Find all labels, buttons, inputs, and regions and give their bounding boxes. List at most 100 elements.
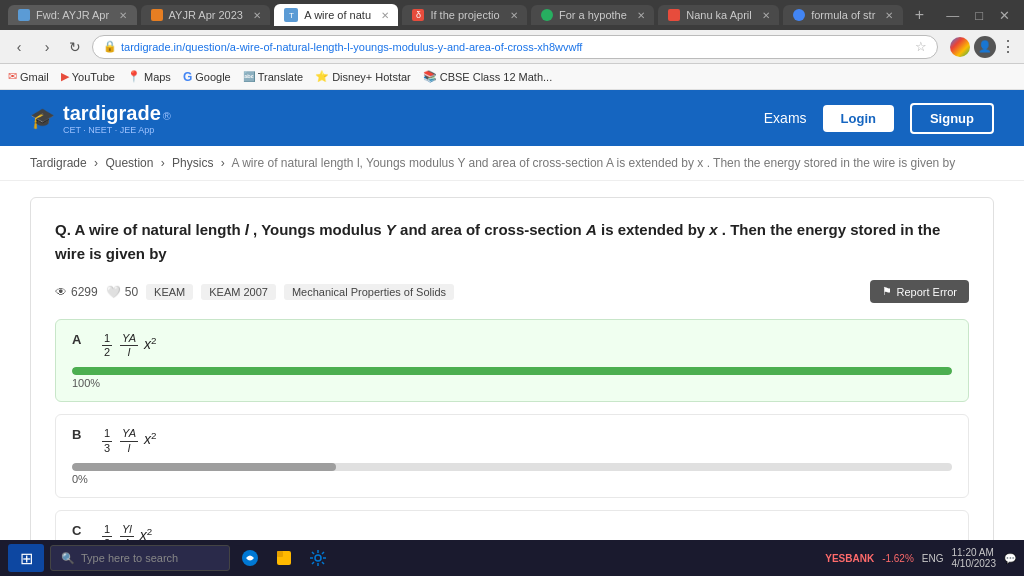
address-bar[interactable]: 🔒 tardigrade.in/question/a-wire-of-natur…: [92, 35, 938, 59]
taskbar-time: 11:20 AM 4/10/2023: [952, 547, 997, 569]
taskbar-right: YESBANK -1.62% ENG 11:20 AM 4/10/2023 💬: [825, 547, 1016, 569]
tab-proj[interactable]: δ If the projectio ✕: [402, 5, 527, 25]
taskbar-search[interactable]: 🔍 Type here to search: [50, 545, 230, 571]
hotstar-icon: ⭐: [315, 70, 329, 83]
option-a[interactable]: A 12 YAl x2 100%: [55, 319, 969, 402]
new-tab-btn[interactable]: +: [907, 6, 932, 24]
maximize-btn[interactable]: □: [969, 4, 989, 27]
menu-icon[interactable]: ⋮: [1000, 37, 1016, 56]
tab-close-icon4[interactable]: ✕: [510, 10, 518, 21]
option-a-progress-label: 100%: [72, 377, 952, 389]
tab-close-icon7[interactable]: ✕: [885, 10, 893, 21]
tab-wire-icon: T: [284, 8, 298, 22]
gmail-icon: ✉: [8, 70, 17, 83]
tab-close-icon3[interactable]: ✕: [381, 10, 389, 21]
breadcrumb-sep1: ›: [94, 156, 98, 170]
profile-icon[interactable]: 👤: [974, 36, 996, 58]
login-button[interactable]: Login: [823, 105, 894, 132]
tab-proj-icon: δ: [412, 9, 424, 21]
tab-wire-label: A wire of natu: [304, 9, 371, 21]
breadcrumb-home[interactable]: Tardigrade: [30, 156, 87, 170]
q-mid1: , Youngs modulus: [253, 221, 386, 238]
tag-mechanical[interactable]: Mechanical Properties of Solids: [284, 284, 454, 300]
bookmark-cbse[interactable]: 📚 CBSE Class 12 Math...: [423, 70, 553, 83]
option-a-label: A: [72, 332, 88, 347]
tab-hypo[interactable]: For a hypothe ✕: [531, 5, 654, 25]
bookmark-google-label: Google: [195, 71, 230, 83]
tab-close-icon2[interactable]: ✕: [253, 10, 261, 21]
taskbar-search-icon: 🔍: [61, 552, 75, 565]
bookmark-youtube-label: YouTube: [72, 71, 115, 83]
report-error-button[interactable]: ⚑ Report Error: [870, 280, 969, 303]
bookmark-star-icon[interactable]: ☆: [915, 39, 927, 54]
option-b-formula: 13 YAl x2: [100, 427, 156, 454]
tab-close-icon6[interactable]: ✕: [762, 10, 770, 21]
tab-ayjr[interactable]: AYJR Apr 2023 ✕: [141, 5, 271, 25]
translate-icon: 🔤: [243, 71, 255, 82]
google-logo-icon: G: [183, 70, 192, 84]
eye-icon: 👁: [55, 285, 67, 299]
report-btn-label: Report Error: [896, 286, 957, 298]
question-card: Q. A wire of natural length l , Youngs m…: [30, 197, 994, 540]
breadcrumb-sep2: ›: [161, 156, 165, 170]
breadcrumb: Tardigrade › Question › Physics › A wire…: [0, 146, 1024, 181]
option-b-label: B: [72, 427, 88, 442]
option-a-formula: 12 YAl x2: [100, 332, 156, 359]
logo-name: tardigrade: [63, 102, 161, 125]
start-button[interactable]: ⊞: [8, 544, 44, 572]
logo-icon: 🎓: [30, 106, 55, 130]
option-c-header: C 12 YlA x2: [72, 523, 952, 540]
bookmark-gmail[interactable]: ✉ Gmail: [8, 70, 49, 83]
back-btn[interactable]: ‹: [8, 36, 30, 58]
header-navigation: Exams Login Signup: [764, 103, 994, 134]
taskbar-explorer-icon[interactable]: [270, 544, 298, 572]
tab-close-icon[interactable]: ✕: [119, 10, 127, 21]
close-btn[interactable]: ✕: [993, 4, 1016, 27]
signup-button[interactable]: Signup: [910, 103, 994, 134]
bookmark-youtube[interactable]: ▶ YouTube: [61, 70, 115, 83]
option-c-frac2: YlA: [120, 523, 134, 540]
taskbar-edge-icon[interactable]: [236, 544, 264, 572]
option-c-formula: 12 YlA x2: [100, 523, 152, 540]
logo[interactable]: 🎓 tardigrade ® CET · NEET · JEE App: [30, 102, 171, 135]
option-b-progress-bar: [72, 463, 952, 471]
refresh-btn[interactable]: ↻: [64, 36, 86, 58]
bookmark-hotstar-label: Disney+ Hotstar: [332, 71, 411, 83]
tab-formula[interactable]: formula of str ✕: [783, 5, 903, 25]
tab-youtube-label: Nanu ka April: [686, 9, 751, 21]
option-c[interactable]: C 12 YlA x2 0%: [55, 510, 969, 540]
bookmark-cbse-label: CBSE Class 12 Math...: [440, 71, 553, 83]
option-c-var-x2: x: [140, 527, 147, 540]
forward-btn[interactable]: ›: [36, 36, 58, 58]
tag-keam2007[interactable]: KEAM 2007: [201, 284, 276, 300]
breadcrumb-question[interactable]: Question: [105, 156, 153, 170]
tab-ayjr-label: AYJR Apr 2023: [169, 9, 243, 21]
minimize-btn[interactable]: —: [940, 4, 965, 27]
option-b[interactable]: B 13 YAl x2 0%: [55, 414, 969, 497]
tab-youtube[interactable]: Nanu ka April ✕: [658, 5, 779, 25]
q-var-l: l: [245, 221, 249, 238]
tag-keam[interactable]: KEAM: [146, 284, 193, 300]
option-c-frac1: 12: [102, 523, 112, 540]
tab-wire[interactable]: T A wire of natu ✕: [274, 4, 398, 26]
main-content: Q. A wire of natural length l , Youngs m…: [0, 181, 1024, 540]
tab-mail[interactable]: Fwd: AYJR Apr ✕: [8, 5, 137, 25]
bookmark-google[interactable]: G Google: [183, 70, 231, 84]
notification-icon[interactable]: 💬: [1004, 553, 1016, 564]
site-header: 🎓 tardigrade ® CET · NEET · JEE App Exam…: [0, 90, 1024, 146]
bookmark-translate[interactable]: 🔤 Translate: [243, 71, 303, 83]
tab-mail-icon: [18, 9, 30, 21]
exams-nav[interactable]: Exams: [764, 110, 807, 126]
tab-close-icon5[interactable]: ✕: [637, 10, 645, 21]
bookmark-maps[interactable]: 📍 Maps: [127, 70, 171, 83]
tab-hypo-label: For a hypothe: [559, 9, 627, 21]
browser-tabs: Fwd: AYJR Apr ✕ AYJR Apr 2023 ✕ T A wire…: [0, 0, 1024, 30]
tab-youtube-icon: [668, 9, 680, 21]
option-a-progress-fill: [72, 367, 952, 375]
bookmark-hotstar[interactable]: ⭐ Disney+ Hotstar: [315, 70, 411, 83]
breadcrumb-physics[interactable]: Physics: [172, 156, 213, 170]
page-content: 🎓 tardigrade ® CET · NEET · JEE App Exam…: [0, 90, 1024, 540]
taskbar-search-placeholder: Type here to search: [81, 552, 178, 564]
time-display: 11:20 AM: [952, 547, 997, 558]
taskbar-settings-icon[interactable]: [304, 544, 332, 572]
